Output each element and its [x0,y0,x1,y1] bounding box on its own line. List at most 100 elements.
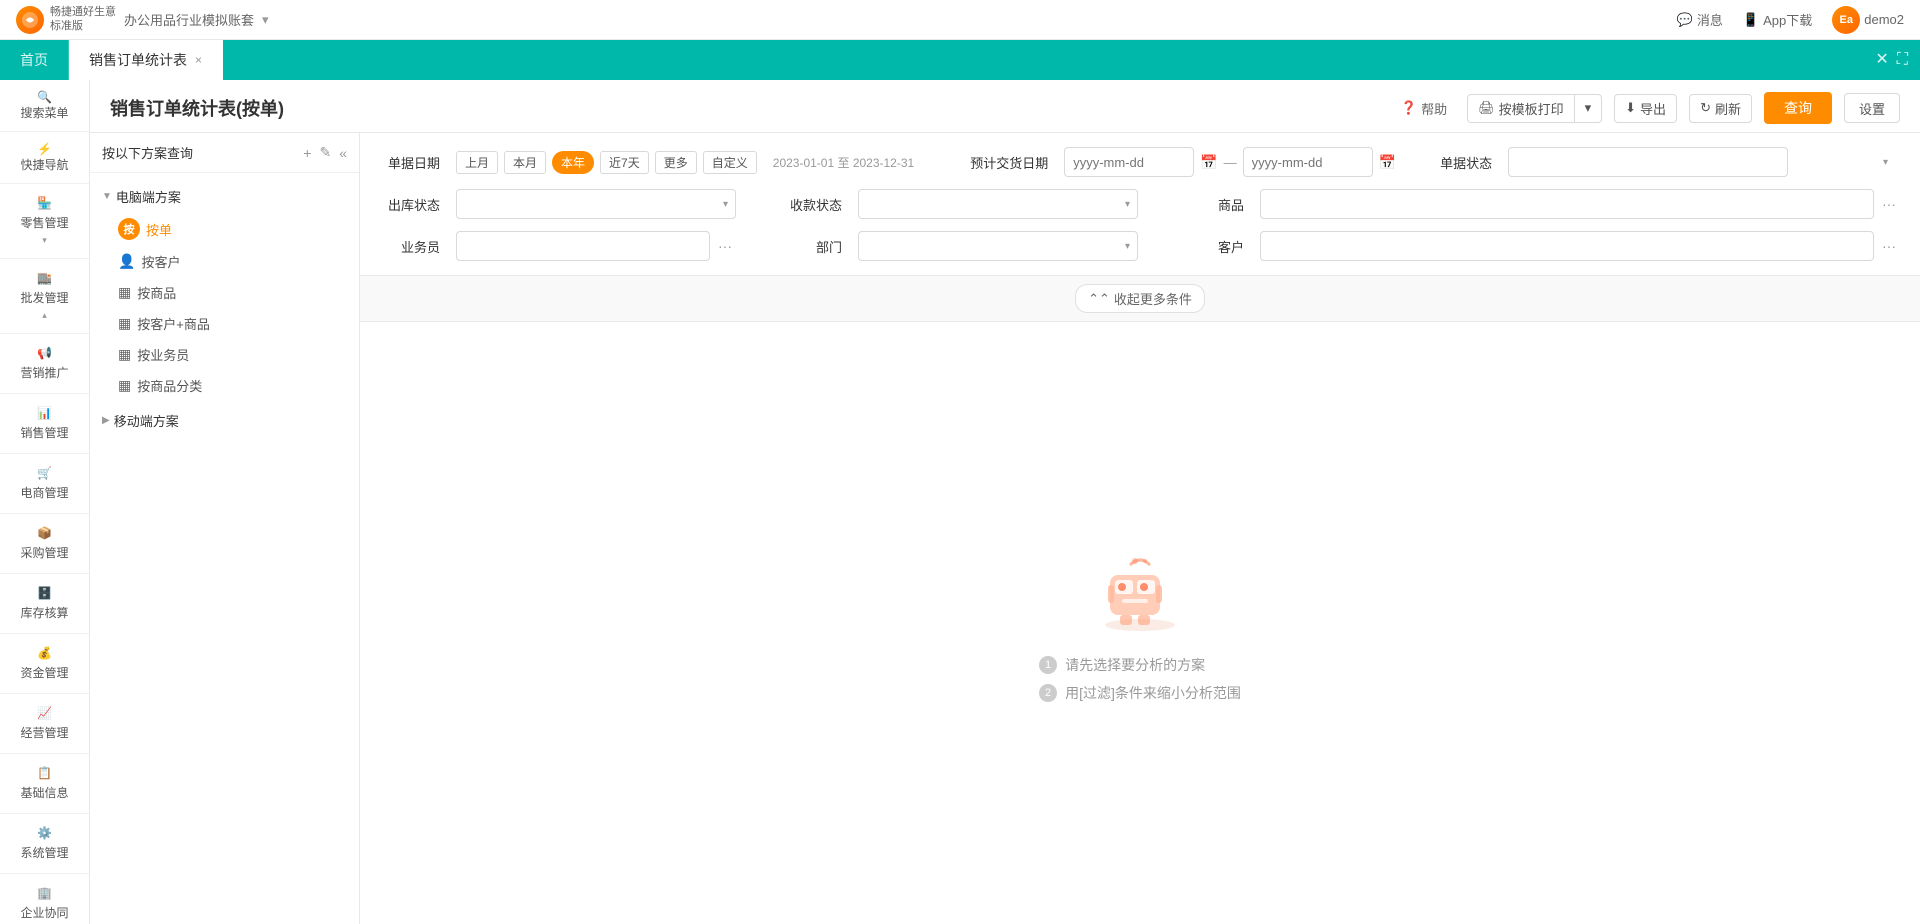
tab-bar-actions: ✕ ⛶ [1875,52,1920,68]
sidebar-search-menu[interactable]: 🔍 搜索菜单 [0,80,89,132]
order-status-select[interactable] [1508,147,1788,177]
edit-scheme-icon[interactable]: ✎ [319,144,331,161]
customer-goods-scheme-icon: ▦ [118,315,131,332]
goods-label: 商品 [1184,195,1244,214]
scheme-by-salesperson[interactable]: ▦ 按业务员 [102,339,359,370]
collapse-conditions-button[interactable]: ⌃⌃ 收起更多条件 [1075,284,1205,313]
date-range-display: 2023-01-01 至 2023-12-31 [773,154,914,171]
sidebar-item-sales[interactable]: 📊 销售管理 [0,394,89,454]
sidebar-item-operations[interactable]: 📈 经营管理 [0,694,89,754]
department-select[interactable] [858,231,1138,261]
filter-row-1: 单据日期 上月 本月 本年 近7天 更多 自定义 2023-01-01 至 20… [380,147,1900,177]
pc-scheme-list: 按 按单 👤 按客户 ▦ 按商品 ▦ 按客户+ [90,212,359,401]
goods-more-icon[interactable]: ··· [1878,196,1900,212]
logo-area: 畅捷通好生意 标准版 [16,6,116,34]
customer-label: 客户 [1184,237,1244,256]
empty-illustration [1080,535,1200,635]
query-button[interactable]: 查询 [1764,92,1832,124]
content-area: 销售订单统计表(按单) ❓ 帮助 🖨 按模板打印 ▾ ⬇ [90,80,1920,924]
salesperson-input[interactable] [456,231,710,261]
sidebar-item-ecommerce[interactable]: 🛒 电商管理 [0,454,89,514]
tab-sales-order-stats[interactable]: 销售订单统计表 × [69,40,223,80]
sidebar-item-basic[interactable]: 📋 基础信息 [0,754,89,814]
sidebar-item-enterprise[interactable]: 🏢 企业协同 [0,874,89,924]
close-window-icon[interactable]: ✕ [1875,52,1888,68]
ship-status-select[interactable] [456,189,736,219]
left-panel-header: 按以下方案查询 + ✎ « [90,133,359,173]
this-year-btn[interactable]: 本年 [552,151,594,174]
payment-status-wrapper: ▾ [858,189,1138,219]
calendar-end-icon[interactable]: 📅 [1379,154,1396,171]
header-right: 💬 消息 📱 App下载 Ea demo2 [1677,6,1904,34]
page-title: 销售订单统计表(按单) [110,95,284,121]
user-profile[interactable]: Ea demo2 [1832,6,1904,34]
last7-btn[interactable]: 近7天 [600,151,649,174]
calendar-start-icon[interactable]: 📅 [1200,154,1217,171]
filter-area: 单据日期 上月 本月 本年 近7天 更多 自定义 2023-01-01 至 20… [360,133,1920,276]
main-layout: 🔍 搜索菜单 ⚡ 快捷导航 🏪 零售管理 ▾ 🏬 批发管理 ▴ 📢 营销推广 📊… [0,80,1920,924]
payment-status-select[interactable] [858,189,1138,219]
collapse-row: ⌃⌃ 收起更多条件 [360,276,1920,322]
salesperson-label: 业务员 [380,237,440,256]
collapse-panel-icon[interactable]: « [339,145,347,161]
filter-row-2: 出库状态 ▾ 收款状态 ▾ [380,189,1900,219]
goods-input[interactable] [1260,189,1874,219]
sidebar-item-system[interactable]: ⚙️ 系统管理 [0,814,89,874]
export-icon: ⬇ [1625,100,1636,116]
customer-input[interactable] [1260,231,1874,261]
sidebar-item-retail[interactable]: 🏪 零售管理 ▾ [0,184,89,259]
expected-date-end[interactable] [1243,147,1373,177]
salesperson-scheme-icon: ▦ [118,346,131,363]
sidebar-item-inventory[interactable]: 🗄️ 库存核算 [0,574,89,634]
finance-icon: 💰 [37,646,52,660]
help-button[interactable]: ❓ 帮助 [1393,95,1455,122]
print-icon: 🖨 [1478,100,1495,116]
sidebar-item-purchase[interactable]: 📦 采购管理 [0,514,89,574]
sidebar-item-marketing[interactable]: 📢 营销推广 [0,334,89,394]
scheme-by-category[interactable]: ▦ 按商品分类 [102,370,359,401]
last-month-btn[interactable]: 上月 [456,151,498,174]
app-download-button[interactable]: 📱 App下载 [1743,10,1812,29]
chevron-down-icon: ▾ [42,235,47,246]
add-scheme-icon[interactable]: + [303,145,311,161]
more-btn[interactable]: 更多 [655,151,697,174]
expand-window-icon[interactable]: ⛶ [1897,52,1908,68]
scheme-by-customer-goods[interactable]: ▦ 按客户+商品 [102,308,359,339]
goods-scheme-icon: ▦ [118,284,131,301]
customer-more-icon[interactable]: ··· [1878,238,1900,254]
tab-home[interactable]: 首页 [0,40,69,80]
print-dropdown-button[interactable]: ▾ [1575,96,1602,120]
custom-btn[interactable]: 自定义 [703,151,757,174]
tab-close-icon[interactable]: × [195,53,202,67]
avatar: Ea [1832,6,1860,34]
top-header: 畅捷通好生意 标准版 办公用品行业模拟账套 ▾ 💬 消息 📱 App下载 Ea … [0,0,1920,40]
scheme-by-customer[interactable]: 👤 按客户 [102,246,359,277]
customer-input-area: ··· [1260,231,1900,261]
sidebar-quick-nav[interactable]: ⚡ 快捷导航 [0,132,89,184]
print-template-button[interactable]: 🖨 按模板打印 [1468,95,1575,122]
right-section: 单据日期 上月 本月 本年 近7天 更多 自定义 2023-01-01 至 20… [360,133,1920,924]
expected-date-start[interactable] [1064,147,1194,177]
ecommerce-icon: 🛒 [37,466,52,480]
export-button[interactable]: ⬇ 导出 [1614,94,1677,123]
this-month-btn[interactable]: 本月 [504,151,546,174]
system-icon: ⚙️ [37,826,52,840]
scheme-by-goods[interactable]: ▦ 按商品 [102,277,359,308]
settings-button[interactable]: 设置 [1844,93,1900,123]
dropdown-icon[interactable]: ▾ [262,12,269,28]
order-status-label: 单据状态 [1432,153,1492,172]
salesperson-more-icon[interactable]: ··· [714,238,736,254]
message-button[interactable]: 💬 消息 [1677,10,1723,29]
retail-icon: 🏪 [37,196,52,210]
goods-input-area: ··· [1260,189,1900,219]
salesperson-input-area: ··· [456,231,736,261]
ship-status-wrapper: ▾ [456,189,736,219]
logo-text: 畅捷通好生意 标准版 [50,6,116,32]
sidebar: 🔍 搜索菜单 ⚡ 快捷导航 🏪 零售管理 ▾ 🏬 批发管理 ▴ 📢 营销推广 📊… [0,80,90,924]
header-left: 畅捷通好生意 标准版 办公用品行业模拟账套 ▾ [16,6,269,34]
sidebar-item-finance[interactable]: 💰 资金管理 [0,634,89,694]
enterprise-icon: 🏢 [37,886,52,900]
refresh-button[interactable]: ↻ 刷新 [1689,94,1752,123]
scheme-by-order[interactable]: 按 按单 [102,212,359,246]
sidebar-item-wholesale[interactable]: 🏬 批发管理 ▴ [0,259,89,334]
